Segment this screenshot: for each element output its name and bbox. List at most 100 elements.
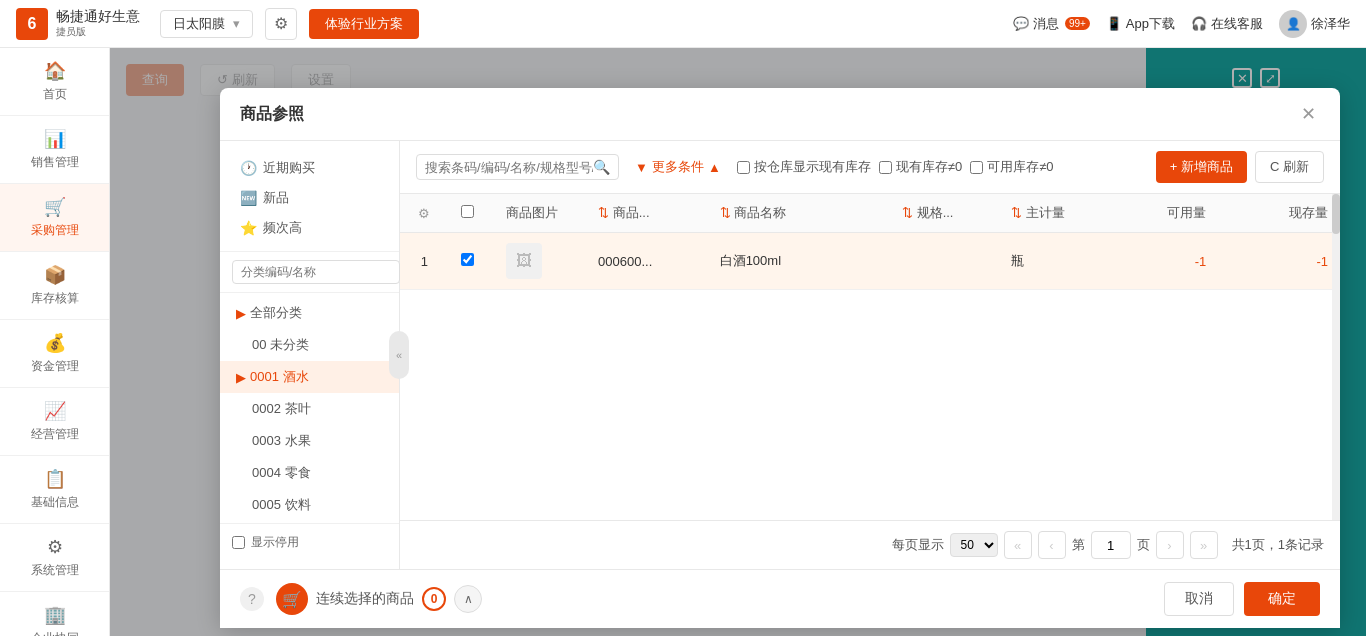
col-header-spec[interactable]: ⇅ 规格... (890, 194, 999, 233)
table-row[interactable]: 1 🖼 (400, 233, 1340, 290)
checkbox-available-ne0[interactable]: 可用库存≠0 (970, 158, 1053, 176)
col-header-code[interactable]: ⇅ 商品... (586, 194, 708, 233)
modal-footer: ? 🛒 连续选择的商品 0 ∧ 取消 确定 (220, 569, 1340, 628)
collapse-panel-button[interactable]: « (389, 331, 409, 379)
help-icon[interactable]: ? (240, 587, 264, 611)
sidebar-item-enterprise[interactable]: 🏢 企业协同 (0, 592, 109, 636)
available-ne0-checkbox[interactable] (970, 161, 983, 174)
checkbox-stock-ne0[interactable]: 现有库存≠0 (879, 158, 962, 176)
message-icon: 💬 (1013, 16, 1029, 31)
total-info: 共1页，1条记录 (1232, 536, 1324, 554)
app-download-btn[interactable]: 📱 App下载 (1106, 15, 1175, 33)
gear-button[interactable]: ⚙ (265, 8, 297, 40)
table-scrollbar-thumb (1332, 194, 1340, 234)
company-selector[interactable]: 日太阳膜 ▾ (160, 10, 253, 38)
page-number-input[interactable] (1091, 531, 1131, 559)
confirm-button[interactable]: 确定 (1244, 582, 1320, 616)
product-search-input[interactable] (425, 160, 593, 175)
cat-item-0001[interactable]: ▶ 0001 酒水 (220, 361, 399, 393)
clock-icon: 🕐 (240, 160, 257, 176)
logo-area: 6 畅捷通好生意 捷员版 (16, 8, 140, 40)
settings-icon[interactable]: ⚙ (418, 206, 430, 221)
new-icon: 🆕 (240, 190, 257, 206)
warehouse-checkbox[interactable] (737, 161, 750, 174)
top-nav: 6 畅捷通好生意 捷员版 日太阳膜 ▾ ⚙ 体验行业方案 💬 消息 99+ 📱 … (0, 0, 1366, 48)
content-area: 查询 ↺ 刷新 设置 ✕ ⤢ 商品参照 ✕ (110, 48, 1366, 636)
more-filters-btn[interactable]: ▼ 更多条件 ▲ (627, 154, 729, 180)
quick-filter-new-label: 新品 (263, 189, 289, 207)
cat-item-0004[interactable]: 0004 零食 (220, 457, 399, 489)
page-word: 第 (1072, 536, 1085, 554)
sidebar-item-finance[interactable]: 💰 资金管理 (0, 320, 109, 388)
col-stock-label: 现存量 (1289, 205, 1328, 220)
add-product-btn[interactable]: + 新增商品 (1156, 151, 1247, 183)
checkbox-available-ne0-label: 可用库存≠0 (987, 158, 1053, 176)
sidebar-item-home[interactable]: 🏠 首页 (0, 48, 109, 116)
sidebar-item-inventory[interactable]: 📦 库存核算 (0, 252, 109, 320)
quick-filter-new[interactable]: 🆕 新品 (232, 183, 387, 213)
next-page-btn[interactable]: › (1156, 531, 1184, 559)
logo-text-block: 畅捷通好生意 捷员版 (56, 8, 140, 39)
search-icon[interactable]: 🔍 (593, 159, 610, 175)
checkbox-warehouse[interactable]: 按仓库显示现有库存 (737, 158, 871, 176)
sidebar-label-system: 系统管理 (31, 562, 79, 579)
row-checkbox[interactable] (461, 253, 474, 266)
row-img-cell: 🖼 (494, 233, 586, 290)
sidebar-label-home: 首页 (43, 86, 67, 103)
col-header-name[interactable]: ⇅ 商品名称 (708, 194, 890, 233)
cancel-button[interactable]: 取消 (1164, 582, 1234, 616)
col-code-label: 商品... (613, 205, 650, 220)
cat-item-0004-label: 0004 零食 (252, 464, 311, 482)
prev-page-btn[interactable]: ‹ (1038, 531, 1066, 559)
select-all-checkbox[interactable] (461, 205, 474, 218)
page-size-select[interactable]: 50 (950, 533, 998, 557)
sidebar-label-basic: 基础信息 (31, 494, 79, 511)
sidebar-label-enterprise: 企业协同 (31, 630, 79, 636)
col-header-img: 商品图片 (494, 194, 586, 233)
modal-close-button[interactable]: ✕ (1296, 102, 1320, 126)
cat-item-all[interactable]: ▶ 全部分类 (220, 297, 399, 329)
sort-icon-name: ⇅ (720, 205, 731, 220)
system-icon: ⚙ (47, 536, 63, 558)
last-page-btn[interactable]: » (1190, 531, 1218, 559)
row-name: 白酒100ml (708, 233, 890, 290)
sidebar-item-basic[interactable]: 📋 基础信息 (0, 456, 109, 524)
cart-expand-btn[interactable]: ∧ (454, 585, 482, 613)
product-reference-modal: 商品参照 ✕ 🕐 近期购买 🆕 新品 (220, 88, 1340, 628)
sidebar-item-purchase[interactable]: 🛒 采购管理 (0, 184, 109, 252)
cart-area[interactable]: 🛒 连续选择的商品 0 ∧ (276, 583, 482, 615)
finance-icon: 💰 (44, 332, 66, 354)
cat-item-0002[interactable]: 0002 茶叶 (220, 393, 399, 425)
cat-item-0005[interactable]: 0005 饮料 (220, 489, 399, 521)
row-stock: -1 (1218, 233, 1340, 290)
cat-item-00[interactable]: 00 未分类 (220, 329, 399, 361)
show-disabled-label: 显示停用 (251, 534, 299, 551)
refresh-btn[interactable]: C 刷新 (1255, 151, 1324, 183)
col-available-label: 可用量 (1167, 205, 1206, 220)
cat-item-0003[interactable]: 0003 水果 (220, 425, 399, 457)
col-header-unit[interactable]: ⇅ 主计量 (999, 194, 1096, 233)
user-menu[interactable]: 👤 徐泽华 (1279, 10, 1350, 38)
cat-item-0005-label: 0005 饮料 (252, 496, 311, 514)
quick-filter-recent-label: 近期购买 (263, 159, 315, 177)
sidebar-item-sales[interactable]: 📊 销售管理 (0, 116, 109, 184)
quick-filter-recent[interactable]: 🕐 近期购买 (232, 153, 387, 183)
category-search-input[interactable] (232, 260, 400, 284)
message-btn[interactable]: 💬 消息 99+ (1013, 15, 1090, 33)
col-header-available: 可用量 (1097, 194, 1219, 233)
sidebar-item-system[interactable]: ⚙ 系统管理 (0, 524, 109, 592)
sort-icon-unit: ⇅ (1011, 205, 1022, 220)
page-size-label: 每页显示 (892, 536, 944, 554)
stock-ne0-checkbox[interactable] (879, 161, 892, 174)
experience-button[interactable]: 体验行业方案 (309, 9, 419, 39)
show-disabled-checkbox[interactable] (232, 536, 245, 549)
table-scrollbar[interactable] (1332, 194, 1340, 520)
gear-icon: ⚙ (274, 14, 288, 33)
online-service-btn[interactable]: 🎧 在线客服 (1191, 15, 1263, 33)
sidebar-item-operation[interactable]: 📈 经营管理 (0, 388, 109, 456)
first-page-btn[interactable]: « (1004, 531, 1032, 559)
toolbar: 🔍 ▼ 更多条件 ▲ 按仓库显示现有库存 (400, 141, 1340, 194)
company-name: 日太阳膜 (173, 15, 225, 33)
product-search-box: 🔍 (416, 154, 619, 180)
quick-filter-frequent[interactable]: ⭐ 频次高 (232, 213, 387, 243)
